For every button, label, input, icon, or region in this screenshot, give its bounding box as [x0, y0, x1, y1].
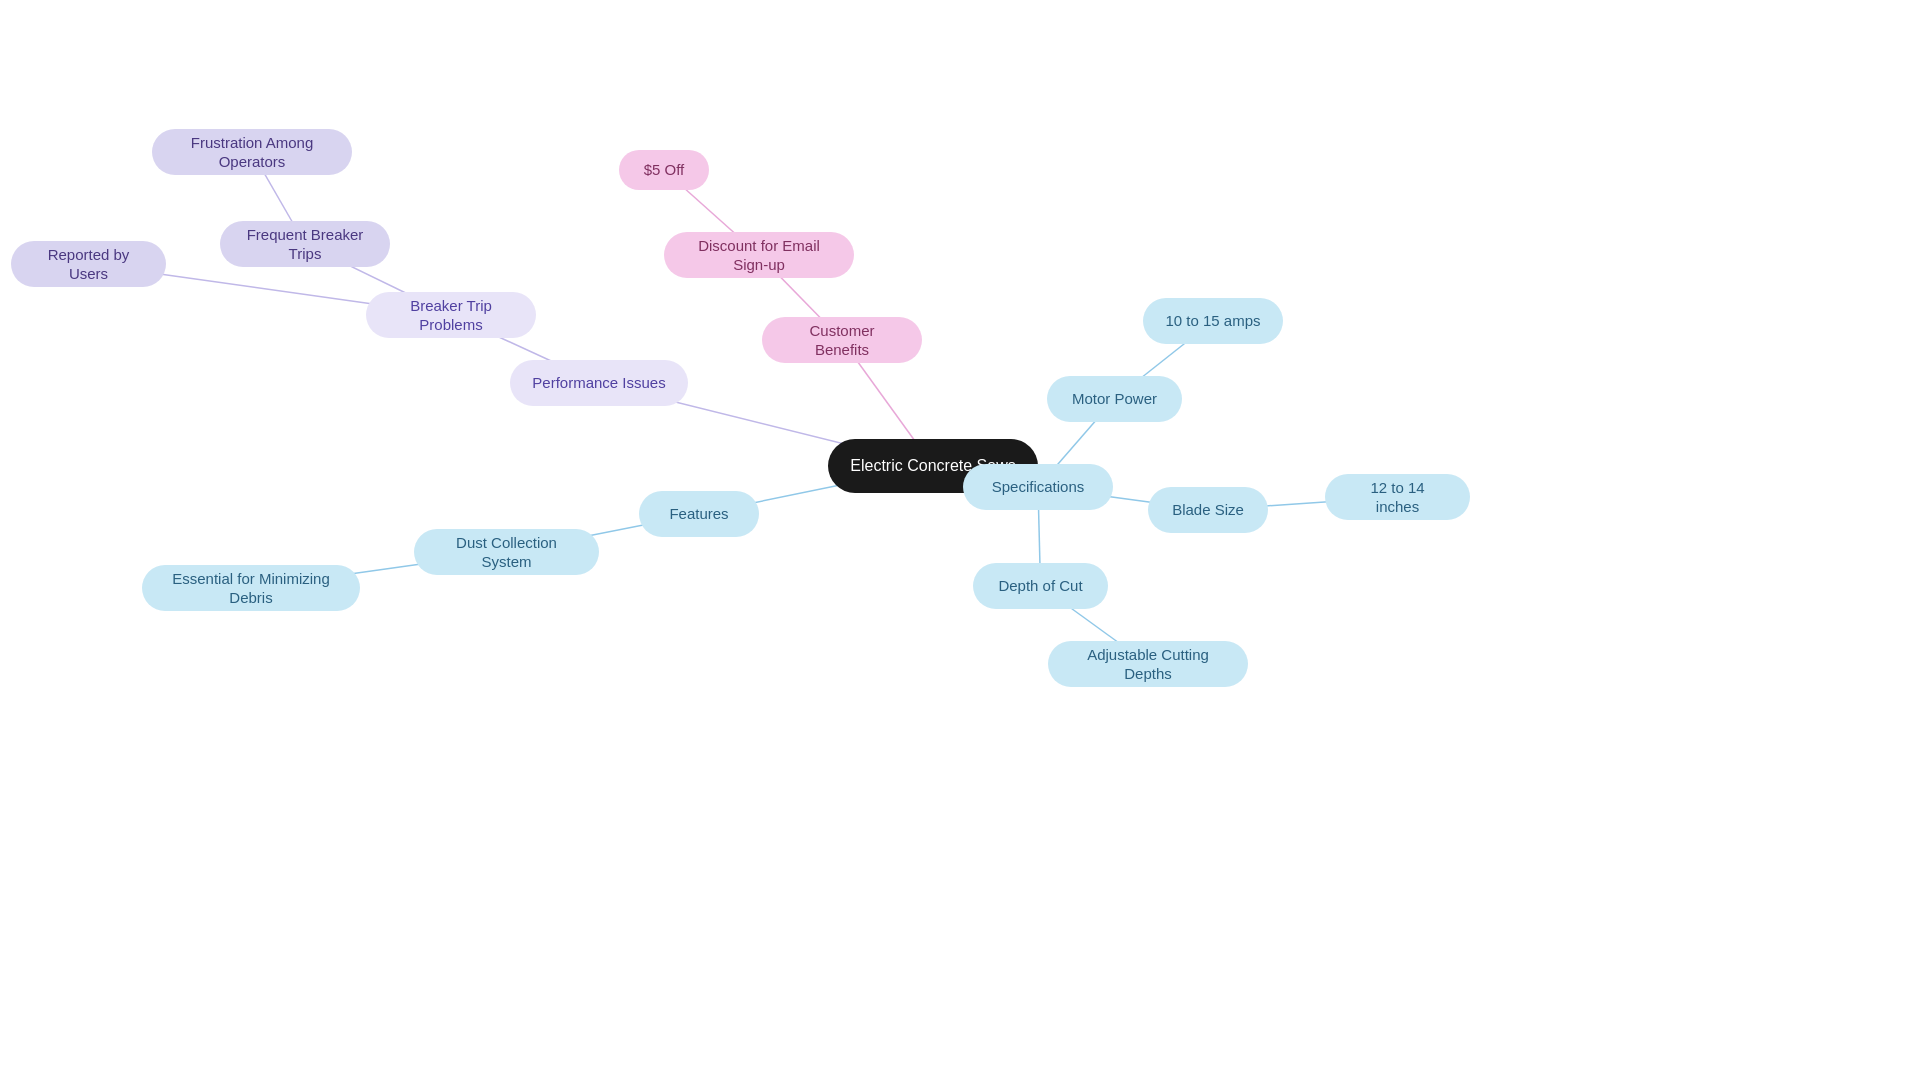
node-twelve-to-fourteen-inches[interactable]: 12 to 14 inches [1325, 474, 1470, 520]
node-depth-of-cut[interactable]: Depth of Cut [973, 563, 1108, 609]
node-essential-minimizing-debris[interactable]: Essential for Minimizing Debris [142, 565, 360, 611]
node-features[interactable]: Features [639, 491, 759, 537]
node-performance-issues[interactable]: Performance Issues [510, 360, 688, 406]
node-specifications[interactable]: Specifications [963, 464, 1113, 510]
node-motor-power[interactable]: Motor Power [1047, 376, 1182, 422]
node-breaker-trip-problems[interactable]: Breaker Trip Problems [366, 292, 536, 338]
node-adjustable-cutting-depths[interactable]: Adjustable Cutting Depths [1048, 641, 1248, 687]
node-reported-by-users[interactable]: Reported by Users [11, 241, 166, 287]
node-dust-collection-system[interactable]: Dust Collection System [414, 529, 599, 575]
node-ten-to-fifteen-amps[interactable]: 10 to 15 amps [1143, 298, 1283, 344]
node-frequent-breaker-trips[interactable]: Frequent Breaker Trips [220, 221, 390, 267]
node-customer-benefits[interactable]: Customer Benefits [762, 317, 922, 363]
node-five-dollars-off[interactable]: $5 Off [619, 150, 709, 190]
node-blade-size[interactable]: Blade Size [1148, 487, 1268, 533]
node-frustration-among-operators[interactable]: Frustration Among Operators [152, 129, 352, 175]
node-discount-email-signup[interactable]: Discount for Email Sign-up [664, 232, 854, 278]
